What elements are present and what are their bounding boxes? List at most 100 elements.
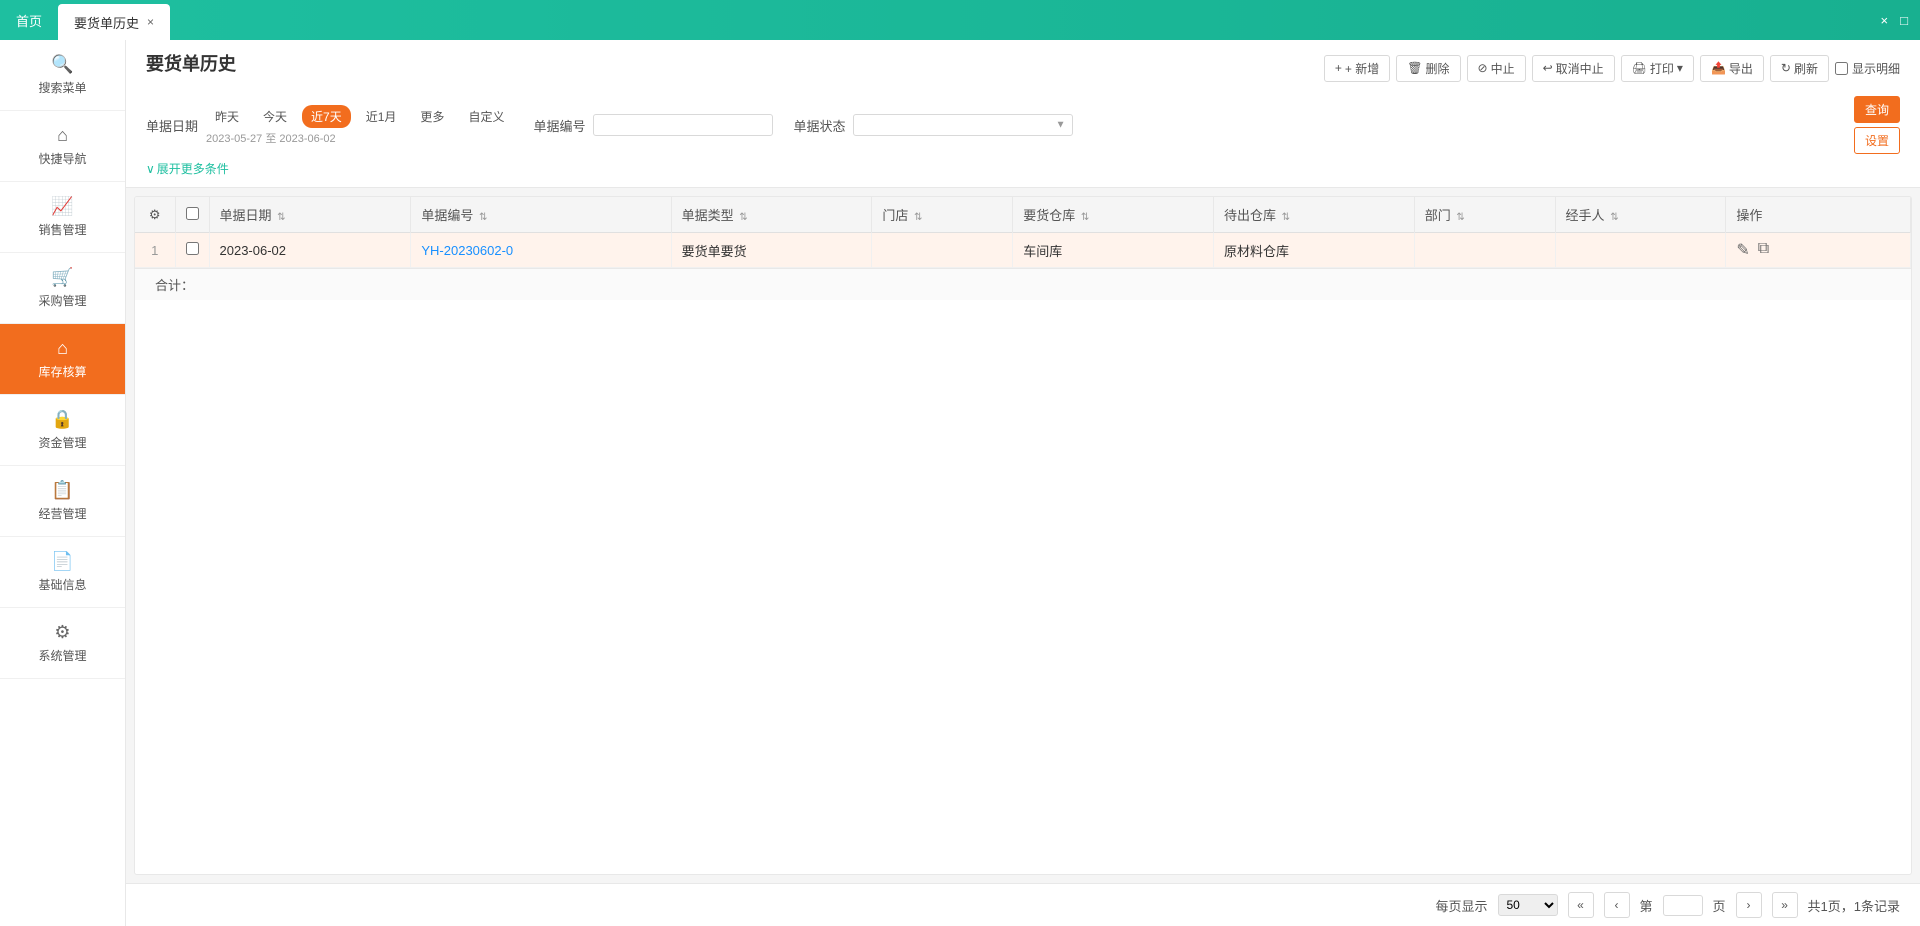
new-icon: + bbox=[1335, 61, 1342, 75]
table-container: ⚙ 单据日期 ⇅ 单据编号 ⇅ 单据类型 bbox=[134, 196, 1912, 875]
date-btn-more[interactable]: 更多 bbox=[411, 105, 453, 128]
system-icon: ⚙ bbox=[54, 622, 70, 643]
last-page-button[interactable]: » bbox=[1772, 892, 1798, 918]
table-col-handler[interactable]: 经手人 ⇅ bbox=[1555, 197, 1726, 233]
tab-home[interactable]: 首页 bbox=[0, 0, 58, 40]
new-button[interactable]: + + 新增 bbox=[1324, 55, 1390, 82]
cancel-stop-button[interactable]: ↩ 取消中止 bbox=[1532, 55, 1615, 82]
export-button[interactable]: 📤 导出 bbox=[1700, 55, 1764, 82]
sidebar-item-sales[interactable]: 📈 销售管理 bbox=[0, 182, 125, 253]
next-page-button[interactable]: › bbox=[1736, 892, 1762, 918]
sort-docdate-icon: ⇅ bbox=[277, 212, 285, 223]
row-edit-icon[interactable]: ✎ bbox=[1736, 240, 1749, 260]
sort-pendingwarehouse-icon: ⇅ bbox=[1282, 212, 1290, 223]
settings-button[interactable]: 设置 bbox=[1854, 127, 1900, 154]
sidebar-item-inventory-label: 库存核算 bbox=[38, 363, 86, 380]
row-checkbox[interactable] bbox=[186, 242, 199, 255]
page-number-input[interactable]: 1 bbox=[1663, 895, 1703, 916]
table-settings-col[interactable]: ⚙ bbox=[135, 197, 175, 233]
page-header-top: 要货单历史 + + 新增 🗑 删除 ⊘ 中止 ↩ bbox=[146, 50, 1900, 86]
date-btn-today[interactable]: 今天 bbox=[254, 105, 296, 128]
table-row[interactable]: 1 2023-06-02 YH-20230602-0 要货单要货 车间库 原材料… bbox=[135, 233, 1911, 268]
table-col-docdate[interactable]: 单据日期 ⇅ bbox=[209, 197, 411, 233]
table-col-store[interactable]: 门店 ⇅ bbox=[872, 197, 1013, 233]
operation-icon: 📋 bbox=[51, 480, 73, 501]
total-info: 共1页，1条记录 bbox=[1808, 896, 1900, 915]
basic-icon: 📄 bbox=[51, 551, 73, 572]
refresh-button[interactable]: ↻ 刷新 bbox=[1770, 55, 1829, 82]
sidebar-item-quicknav-label: 快捷导航 bbox=[38, 150, 86, 167]
display-detail-input[interactable] bbox=[1835, 62, 1848, 75]
row-copy-icon[interactable]: ⧉ bbox=[1758, 240, 1769, 260]
date-btn-1month[interactable]: 近1月 bbox=[357, 105, 406, 128]
date-filter-buttons: 昨天 今天 近7天 近1月 更多 自定义 bbox=[206, 105, 513, 128]
sidebar-item-purchase-label: 采购管理 bbox=[38, 292, 86, 309]
row-no: 1 bbox=[135, 233, 175, 268]
home-icon: ⌂ bbox=[57, 125, 68, 146]
page-label: 第 bbox=[1640, 896, 1653, 915]
sort-docno-icon: ⇅ bbox=[479, 212, 487, 223]
stop-button[interactable]: ⊘ 中止 bbox=[1467, 55, 1526, 82]
date-filter-group: 单据日期 昨天 今天 近7天 近1月 更多 自定义 2023-05-27 至 2… bbox=[146, 105, 513, 146]
top-bar: 首页 要货单历史 × × □ bbox=[0, 0, 1920, 40]
action-icons: ✎ ⧉ bbox=[1736, 240, 1900, 260]
refresh-icon: ↻ bbox=[1781, 61, 1791, 75]
table-footer: 合计： bbox=[135, 268, 1911, 300]
finance-icon: 🔒 bbox=[51, 409, 73, 430]
sidebar-item-operation-label: 经营管理 bbox=[38, 505, 86, 522]
total-label: 合计： bbox=[155, 275, 194, 294]
purchase-icon: 🛒 bbox=[51, 267, 73, 288]
page-size-select[interactable]: 10 20 50 100 bbox=[1498, 894, 1558, 916]
delete-button-label: 删除 bbox=[1425, 60, 1449, 77]
sales-icon: 📈 bbox=[51, 196, 73, 217]
table-col-dept[interactable]: 部门 ⇅ bbox=[1414, 197, 1555, 233]
filter-area: 单据日期 昨天 今天 近7天 近1月 更多 自定义 2023-05-27 至 2… bbox=[146, 96, 1900, 187]
sidebar-item-quicknav[interactable]: ⌂ 快捷导航 bbox=[0, 111, 125, 182]
filter-actions: 查询 设置 bbox=[1854, 96, 1900, 154]
maximize-icon[interactable]: □ bbox=[1900, 13, 1908, 28]
sidebar: 🔍 搜索菜单 ⌂ 快捷导航 📈 销售管理 🛒 采购管理 ⌂ 库存核算 🔒 资金管… bbox=[0, 40, 126, 926]
sidebar-item-inventory[interactable]: ⌂ 库存核算 bbox=[0, 324, 125, 395]
date-btn-7days[interactable]: 近7天 bbox=[302, 105, 351, 128]
status-filter-select[interactable] bbox=[853, 114, 1073, 136]
prev-page-button[interactable]: ‹ bbox=[1604, 892, 1630, 918]
tab-close-icon[interactable]: × bbox=[147, 15, 154, 29]
first-page-button[interactable]: « bbox=[1568, 892, 1594, 918]
row-pendingwarehouse: 原材料仓库 bbox=[1213, 233, 1414, 268]
print-dropdown-icon: ▾ bbox=[1677, 61, 1683, 75]
table-col-doctype[interactable]: 单据类型 ⇅ bbox=[671, 197, 872, 233]
toolbar: + + 新增 🗑 删除 ⊘ 中止 ↩ 取消中止 bbox=[1324, 55, 1900, 82]
print-button[interactable]: 🖨 打印 ▾ bbox=[1621, 55, 1694, 82]
table-body: 1 2023-06-02 YH-20230602-0 要货单要货 车间库 原材料… bbox=[135, 233, 1911, 268]
delete-button[interactable]: 🗑 删除 bbox=[1396, 55, 1460, 82]
docno-filter-input[interactable] bbox=[593, 114, 773, 136]
tab-requisition-history-label: 要货单历史 bbox=[74, 13, 139, 32]
sidebar-item-search[interactable]: 🔍 搜索菜单 bbox=[0, 40, 125, 111]
sidebar-item-finance[interactable]: 🔒 资金管理 bbox=[0, 395, 125, 466]
sidebar-item-purchase[interactable]: 🛒 采购管理 bbox=[0, 253, 125, 324]
table-col-pendingwarehouse[interactable]: 待出仓库 ⇅ bbox=[1213, 197, 1414, 233]
table-checkbox-col bbox=[175, 197, 209, 233]
date-filter-options: 昨天 今天 近7天 近1月 更多 自定义 2023-05-27 至 2023-0… bbox=[206, 105, 513, 146]
table-col-docno[interactable]: 单据编号 ⇅ bbox=[411, 197, 671, 233]
sidebar-item-basic[interactable]: 📄 基础信息 bbox=[0, 537, 125, 608]
query-button[interactable]: 查询 bbox=[1854, 96, 1900, 123]
sidebar-item-system[interactable]: ⚙ 系统管理 bbox=[0, 608, 125, 679]
expand-more-button[interactable]: ∨ 展开更多条件 bbox=[146, 160, 1900, 177]
date-btn-custom[interactable]: 自定义 bbox=[459, 105, 513, 128]
new-button-label: + 新增 bbox=[1345, 60, 1379, 77]
print-icon: 🖨 bbox=[1632, 61, 1647, 75]
table-col-reqwarehouse[interactable]: 要货仓库 ⇅ bbox=[1013, 197, 1214, 233]
date-btn-yesterday[interactable]: 昨天 bbox=[206, 105, 248, 128]
display-detail-label: 显示明细 bbox=[1852, 60, 1900, 77]
tab-requisition-history[interactable]: 要货单历史 × bbox=[58, 4, 170, 40]
sidebar-item-operation[interactable]: 📋 经营管理 bbox=[0, 466, 125, 537]
page-title: 要货单历史 bbox=[146, 50, 236, 76]
close-window-icon[interactable]: × bbox=[1881, 13, 1889, 28]
display-detail-checkbox[interactable]: 显示明细 bbox=[1835, 60, 1900, 77]
print-button-label: 打印 bbox=[1650, 60, 1674, 77]
date-filter-label: 单据日期 bbox=[146, 116, 198, 135]
select-all-checkbox[interactable] bbox=[186, 207, 199, 220]
row-docno-link[interactable]: YH-20230602-0 bbox=[421, 243, 513, 258]
row-checkbox-cell bbox=[175, 233, 209, 268]
